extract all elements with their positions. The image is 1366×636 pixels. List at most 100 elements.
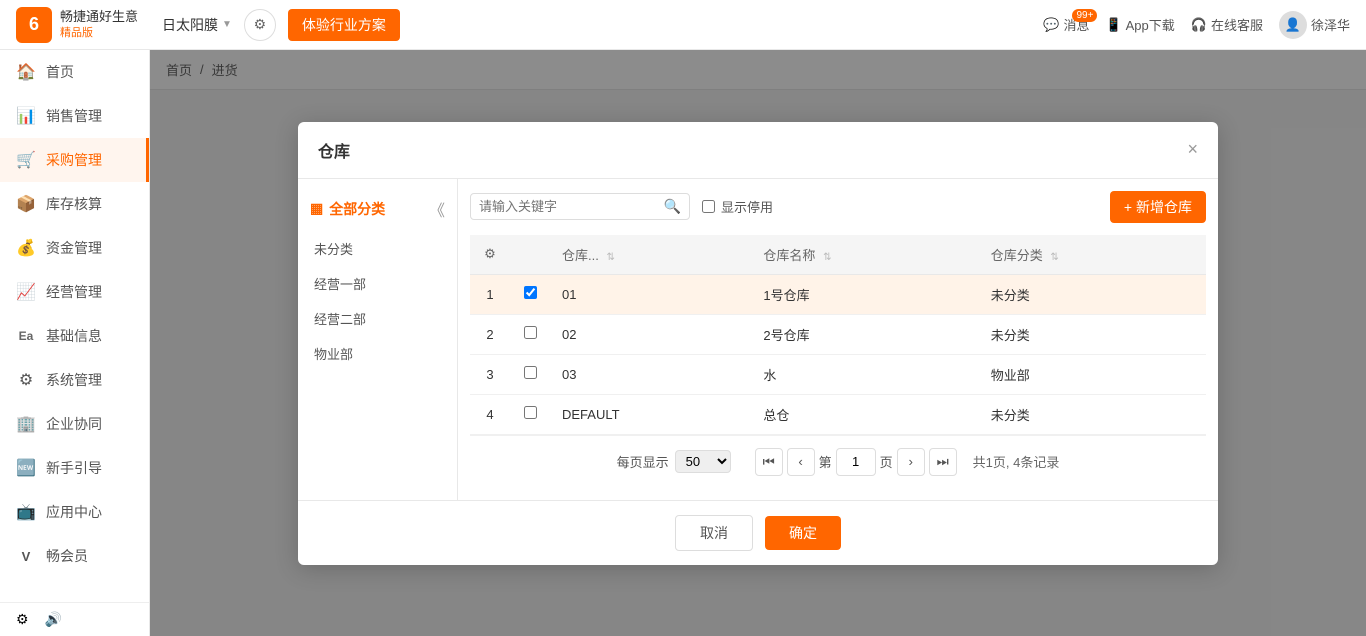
modal-body: ▦ 全部分类 《 未分类 经营一部 经营二部 物业部: [298, 179, 1218, 500]
show-disabled-label[interactable]: 显示停用: [702, 197, 773, 216]
cell-checkbox[interactable]: [510, 274, 550, 314]
pagination: 每页显示 102050100 ⏮ ‹ 第 页 ›: [470, 435, 1206, 488]
show-disabled-text: 显示停用: [721, 197, 773, 216]
cell-category: 未分类: [979, 314, 1206, 354]
sidebar-item-purchase[interactable]: 🛒 采购管理: [0, 138, 149, 182]
sidebar-label-home: 首页: [46, 62, 74, 82]
page-next-button[interactable]: ›: [897, 448, 925, 476]
app-brand: 畅捷通好生意 精品版: [60, 9, 138, 40]
category-item-2[interactable]: 经营二部: [298, 301, 457, 336]
page-prev-button[interactable]: ‹: [787, 448, 815, 476]
add-warehouse-button[interactable]: + 新增仓库: [1110, 191, 1206, 223]
sidebar-label-basic: 基础信息: [46, 326, 102, 346]
sidebar-item-operation[interactable]: 📈 经营管理: [0, 270, 149, 314]
sidebar-item-inventory[interactable]: 📦 库存核算: [0, 182, 149, 226]
cell-name: 总仓: [751, 394, 978, 434]
sidebar-item-corp[interactable]: 🏢 企业协同: [0, 402, 149, 446]
message-button[interactable]: 💬 消息 99+: [1043, 15, 1089, 34]
cell-category: 未分类: [979, 394, 1206, 434]
headset-icon: 🎧: [1191, 17, 1207, 33]
search-input[interactable]: [479, 199, 664, 214]
sidebar-settings-icon[interactable]: ⚙: [16, 611, 29, 628]
sidebar-label-guide: 新手引导: [46, 458, 102, 478]
th-name-label: 仓库名称: [763, 248, 815, 263]
sidebar-item-home[interactable]: 🏠 首页: [0, 50, 149, 94]
category-item-0[interactable]: 未分类: [298, 231, 457, 266]
sort-category-icon: ⇅: [1050, 252, 1058, 263]
th-name[interactable]: 仓库名称 ⇅: [751, 235, 978, 275]
page-first-button[interactable]: ⏮: [755, 448, 783, 476]
sidebar-sound-icon[interactable]: 🔊: [45, 611, 62, 628]
show-disabled-checkbox[interactable]: [702, 200, 715, 213]
sidebar-label-sales: 销售管理: [46, 106, 102, 126]
sidebar-label-finance: 资金管理: [46, 238, 102, 258]
member-icon: V: [16, 546, 36, 566]
cell-checkbox[interactable]: [510, 394, 550, 434]
trial-button[interactable]: 体验行业方案: [288, 9, 400, 41]
table-row[interactable]: 1 01 1号仓库 未分类: [470, 274, 1206, 314]
table-header: ⚙ 仓库... ⇅ 仓库名称 ⇅: [470, 235, 1206, 275]
per-page-select[interactable]: 102050100: [675, 450, 731, 473]
cell-index: 4: [470, 394, 510, 434]
app-download-button[interactable]: 📱 App下载: [1105, 15, 1174, 34]
modal-close-button[interactable]: ×: [1187, 139, 1198, 160]
cell-code: 02: [550, 314, 751, 354]
settings-icon[interactable]: ⚙: [244, 9, 276, 41]
topbar-right: 💬 消息 99+ 📱 App下载 🎧 在线客服 👤 徐泽华: [1043, 11, 1350, 39]
page-last-button[interactable]: ⏭: [929, 448, 957, 476]
sidebar-label-inventory: 库存核算: [46, 194, 102, 214]
guide-icon: 🆕: [16, 458, 36, 478]
inventory-icon: 📦: [16, 194, 36, 214]
cell-category: 物业部: [979, 354, 1206, 394]
modal-title: 仓库: [318, 138, 350, 162]
category-collapse-button[interactable]: 《: [429, 197, 445, 221]
table-row[interactable]: 2 02 2号仓库 未分类: [470, 314, 1206, 354]
service-button[interactable]: 🎧 在线客服: [1191, 15, 1263, 34]
avatar: 👤: [1279, 11, 1307, 39]
sort-name-icon: ⇅: [823, 252, 831, 263]
user-menu[interactable]: 👤 徐泽华: [1279, 11, 1350, 39]
cell-category: 未分类: [979, 274, 1206, 314]
store-selector[interactable]: 日太阳膜 ▼: [162, 15, 232, 35]
cell-checkbox[interactable]: [510, 314, 550, 354]
th-code[interactable]: 仓库... ⇅: [550, 235, 751, 275]
home-icon: 🏠: [16, 62, 36, 82]
confirm-button[interactable]: 确定: [765, 516, 841, 550]
phone-icon: 📱: [1105, 17, 1121, 33]
apps-icon: 📺: [16, 502, 36, 522]
cell-code: DEFAULT: [550, 394, 751, 434]
sidebar-item-sales[interactable]: 📊 销售管理: [0, 94, 149, 138]
cell-code: 01: [550, 274, 751, 314]
table-row[interactable]: 4 DEFAULT 总仓 未分类: [470, 394, 1206, 434]
th-category[interactable]: 仓库分类 ⇅: [979, 235, 1206, 275]
sidebar-label-corp: 企业协同: [46, 414, 102, 434]
topbar: 6 畅捷通好生意 精品版 日太阳膜 ▼ ⚙ 体验行业方案 💬 消息 99+ 📱 …: [0, 0, 1366, 50]
category-item-3[interactable]: 物业部: [298, 336, 457, 371]
sidebar-item-guide[interactable]: 🆕 新手引导: [0, 446, 149, 490]
sidebar-label-purchase: 采购管理: [46, 150, 102, 170]
cell-name: 水: [751, 354, 978, 394]
sidebar-item-finance[interactable]: 💰 资金管理: [0, 226, 149, 270]
sidebar-item-system[interactable]: ⚙ 系统管理: [0, 358, 149, 402]
th-checkbox: [510, 235, 550, 275]
page-suffix: 页: [880, 452, 893, 471]
sidebar-label-system: 系统管理: [46, 370, 102, 390]
sidebar-item-basic[interactable]: Ea 基础信息: [0, 314, 149, 358]
toolbar: 🔍 显示停用 + 新增仓库: [470, 191, 1206, 223]
page-input[interactable]: [836, 448, 876, 476]
table-row[interactable]: 3 03 水 物业部: [470, 354, 1206, 394]
category-header: ▦ 全部分类 《: [298, 191, 457, 231]
warehouse-table: ⚙ 仓库... ⇅ 仓库名称 ⇅: [470, 235, 1206, 435]
per-page-control: 每页显示 102050100: [617, 450, 731, 473]
system-icon: ⚙: [16, 370, 36, 390]
category-item-1[interactable]: 经营一部: [298, 266, 457, 301]
category-all-label: 全部分类: [329, 199, 385, 219]
cell-name: 2号仓库: [751, 314, 978, 354]
sidebar-item-member[interactable]: V 畅会员: [0, 534, 149, 578]
sidebar-item-apps[interactable]: 📺 应用中心: [0, 490, 149, 534]
cancel-button[interactable]: 取消: [675, 515, 753, 551]
cell-checkbox[interactable]: [510, 354, 550, 394]
category-all-title[interactable]: ▦ 全部分类: [310, 199, 385, 219]
store-dropdown-arrow: ▼: [222, 19, 232, 30]
sidebar: 🏠 首页 📊 销售管理 🛒 采购管理 📦 库存核算 💰 资金管理 📈 经营管理 …: [0, 50, 150, 636]
